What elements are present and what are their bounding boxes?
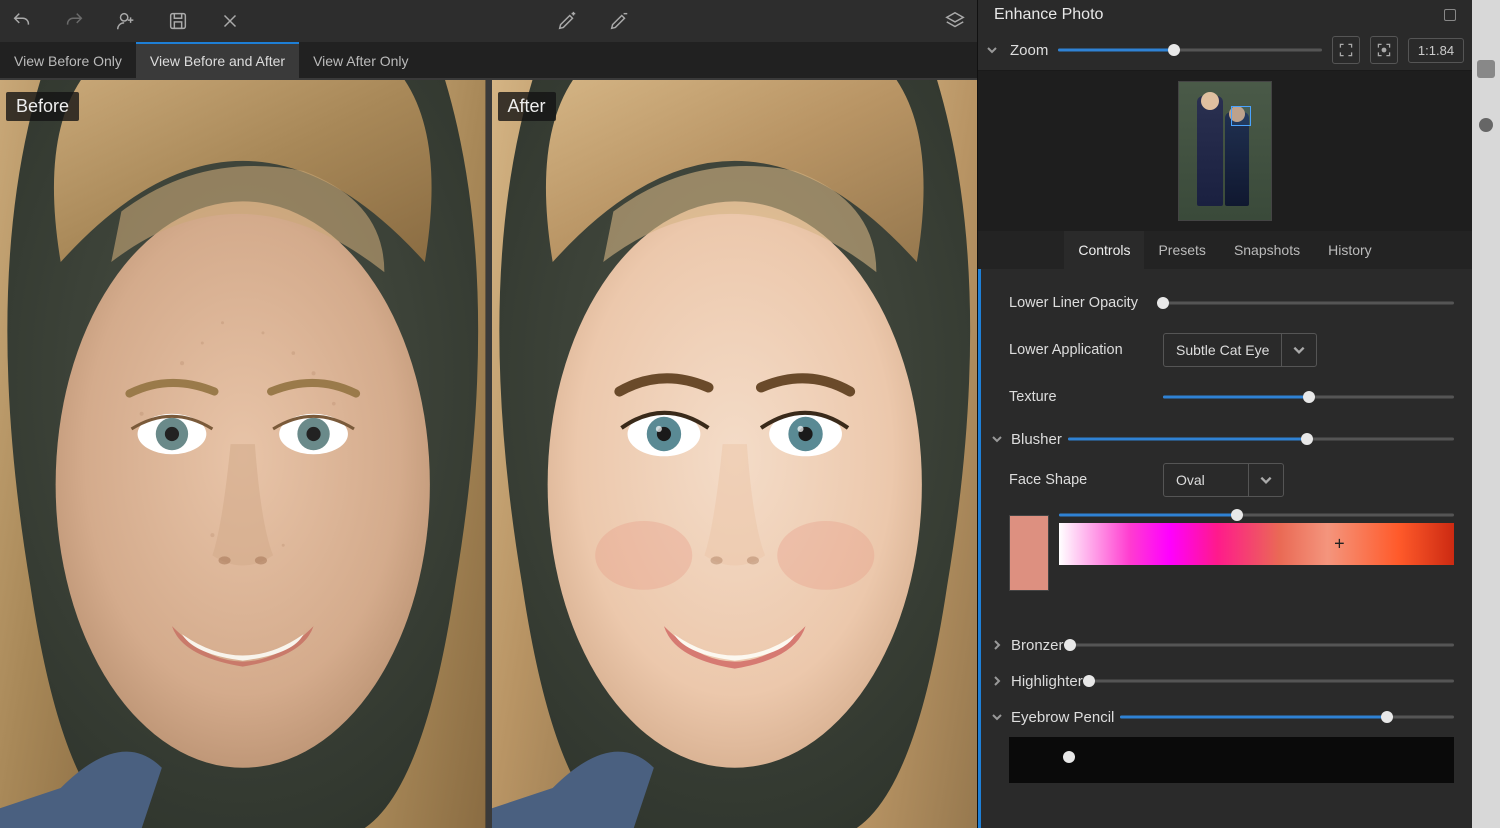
fit-screen-icon[interactable] [1332,36,1360,64]
blusher-slider[interactable] [1068,429,1454,449]
sub-tabs: Controls Presets Snapshots History [978,231,1472,269]
blusher-collapse-icon[interactable] [989,431,1005,447]
highlighter-label: Highlighter [1011,673,1083,690]
chevron-down-icon [1281,334,1316,366]
before-badge: Before [6,92,79,121]
panel-title: Enhance Photo [978,0,1472,30]
face-shape-dropdown[interactable]: Oval [1163,463,1284,497]
zoom-label: Zoom [1010,42,1048,59]
main-toolbar [0,0,977,42]
highlighter-expand-icon[interactable] [989,673,1005,689]
tab-view-after-only[interactable]: View After Only [299,44,422,78]
dock-item-2[interactable] [1479,118,1493,132]
after-pane[interactable]: After [492,80,978,828]
face-shape-value: Oval [1164,472,1248,488]
after-badge: After [498,92,556,121]
zoom-collapse-icon[interactable] [984,42,1000,58]
zoom-ratio[interactable]: 1:1.84 [1408,38,1464,63]
layers-icon[interactable] [941,7,969,35]
close-icon[interactable] [216,7,244,35]
zoom-row: Zoom 1:1.84 [978,30,1472,71]
undo-icon[interactable] [8,7,36,35]
tab-controls[interactable]: Controls [1064,229,1144,269]
save-icon[interactable] [164,7,192,35]
zoom-slider[interactable] [1058,40,1322,60]
eyebrow-pencil-slider[interactable] [1120,707,1454,727]
lower-application-dropdown[interactable]: Subtle Cat Eye [1163,333,1317,367]
before-image [0,80,486,828]
before-pane[interactable]: Before [0,80,486,828]
right-dock [1472,0,1500,828]
person-add-icon[interactable] [112,7,140,35]
lower-liner-opacity-label: Lower Liner Opacity [991,295,1151,311]
eyebrow-sub-thumb[interactable] [1063,751,1075,763]
highlighter-slider[interactable] [1089,671,1454,691]
face-shape-label: Face Shape [991,472,1151,488]
tab-history[interactable]: History [1314,231,1386,269]
tab-view-before-after[interactable]: View Before and After [136,42,299,78]
lower-application-value: Subtle Cat Eye [1164,342,1281,358]
eyebrow-pencil-label: Eyebrow Pencil [1011,709,1114,726]
navigator-thumbnail[interactable] [1178,81,1272,221]
brush-add-icon[interactable] [553,7,581,35]
blusher-label: Blusher [1011,431,1062,448]
bronzer-expand-icon[interactable] [989,637,1005,653]
lower-application-label: Lower Application [991,342,1151,358]
brush-remove-icon[interactable] [605,7,633,35]
bronzer-label: Bronzer [1011,637,1064,654]
eyebrow-color-box[interactable] [1009,737,1454,783]
lower-liner-opacity-slider[interactable] [1163,293,1454,313]
navigator-selection[interactable] [1231,106,1251,126]
face-detect-icon[interactable] [1370,36,1398,64]
panel-title-text: Enhance Photo [994,6,1103,24]
redo-icon[interactable] [60,7,88,35]
dock-item-1[interactable] [1477,60,1495,78]
blusher-color-swatch[interactable] [1009,515,1049,591]
controls-panel: Lower Liner Opacity Lower Application Su… [978,269,1472,828]
navigator[interactable] [978,71,1472,231]
eyebrow-collapse-icon[interactable] [989,709,1005,725]
panel-expand-icon[interactable] [1444,9,1456,21]
texture-label: Texture [991,389,1151,405]
after-image [492,80,978,828]
blusher-hue-picker[interactable]: + [1059,523,1454,565]
texture-slider[interactable] [1163,387,1454,407]
hue-crosshair-icon: + [1334,534,1345,555]
tab-snapshots[interactable]: Snapshots [1220,231,1314,269]
split-view: Before [0,78,977,828]
chevron-down-icon [1248,464,1283,496]
bronzer-slider[interactable] [1070,635,1454,655]
tab-presets[interactable]: Presets [1144,231,1219,269]
tab-view-before-only[interactable]: View Before Only [0,44,136,78]
view-tabs: View Before Only View Before and After V… [0,42,977,78]
